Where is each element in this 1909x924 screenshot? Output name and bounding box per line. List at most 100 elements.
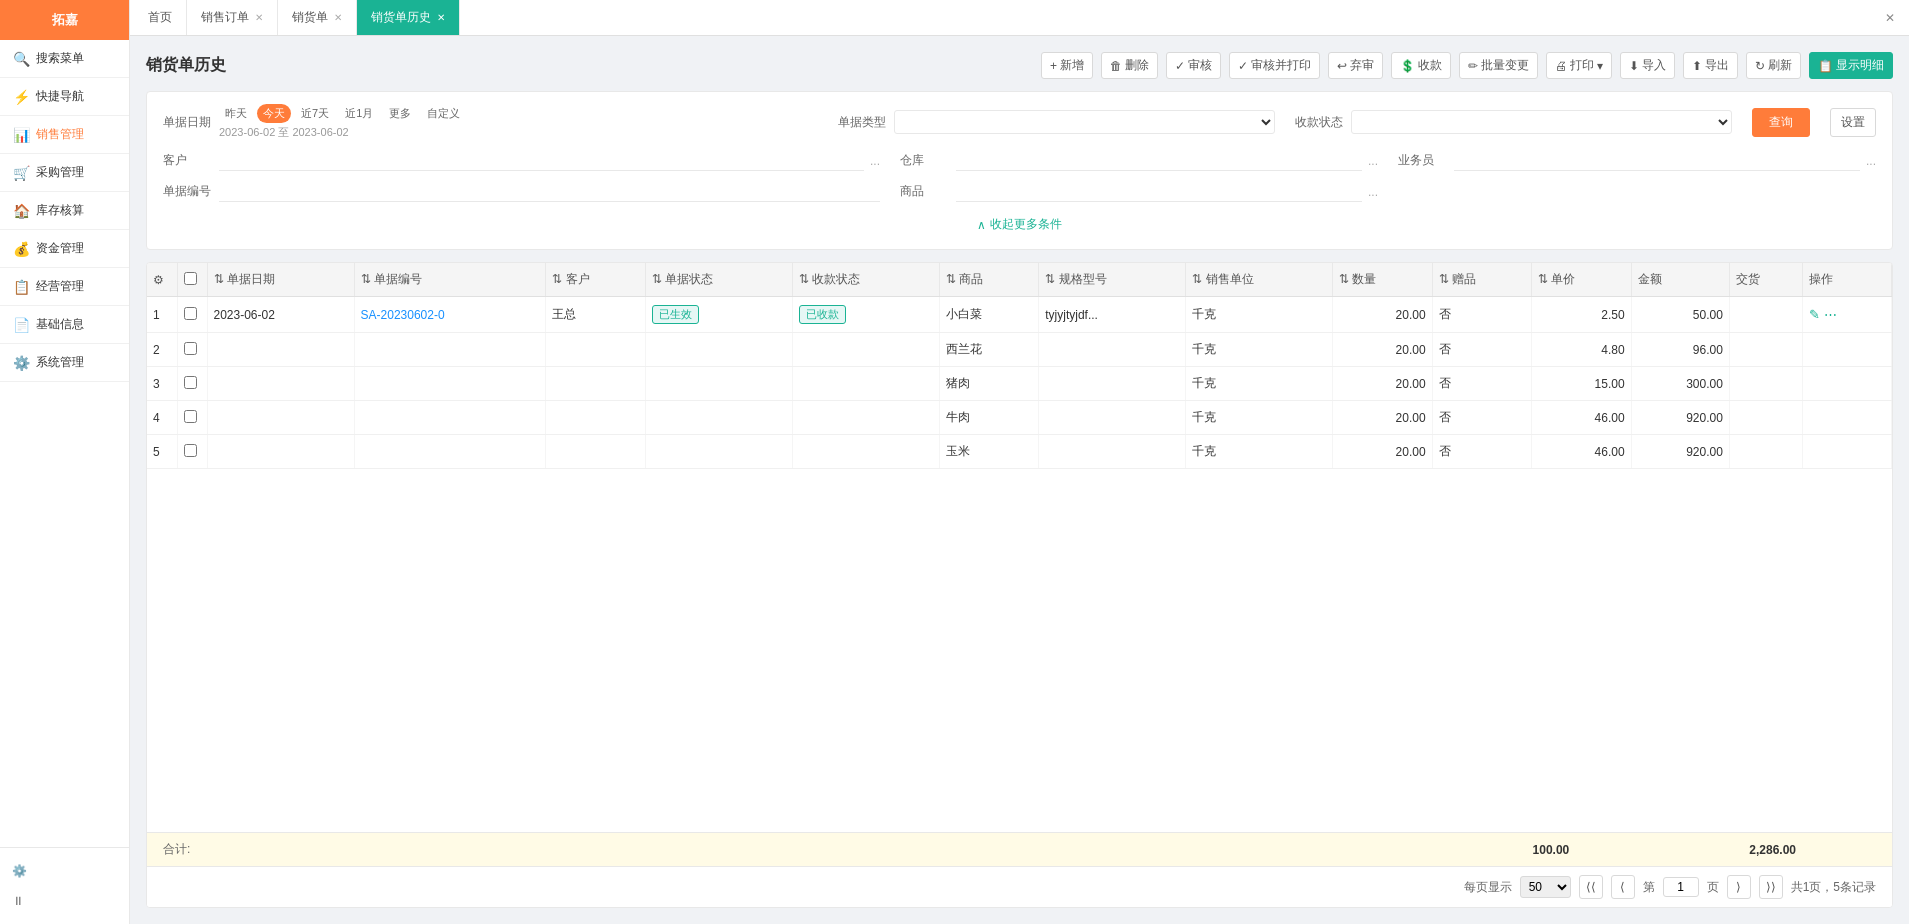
col-unit-price[interactable]: ⇅ 单价	[1532, 263, 1632, 297]
table-scroll[interactable]: ⚙ ⇅ 单据日期 ⇅ 单据编号	[147, 263, 1892, 832]
sidebar: 拓嘉 🔍 搜索菜单 ⚡ 快捷导航 📊 销售管理 🛒 采购管理 🏠 库存核算 💰 …	[0, 0, 130, 924]
cell-unit-price: 4.80	[1532, 333, 1632, 367]
show-detail-label: 显示明细	[1836, 57, 1884, 74]
sidebar-item-quick-nav[interactable]: ⚡ 快捷导航	[0, 78, 129, 116]
cell-checkbox[interactable]	[177, 297, 207, 333]
collect-button[interactable]: 💲 收款	[1391, 52, 1451, 79]
sidebar-bottom-pause[interactable]: ⏸	[0, 886, 129, 916]
sidebar-bottom-settings[interactable]: ⚙️	[0, 856, 129, 886]
col-payment-status[interactable]: ⇅ 收款状态	[792, 263, 939, 297]
col-doc-num[interactable]: ⇅ 单据编号	[354, 263, 546, 297]
more-action[interactable]: ⋯	[1824, 307, 1837, 322]
tab-sales-order-close[interactable]: ✕	[255, 12, 263, 23]
date-custom[interactable]: 自定义	[421, 104, 466, 123]
page-prev-btn[interactable]: ⟨	[1611, 875, 1635, 899]
cell-checkbox[interactable]	[177, 401, 207, 435]
page-number-input[interactable]	[1663, 877, 1699, 897]
sidebar-item-inventory[interactable]: 🏠 库存核算	[0, 192, 129, 230]
tab-sales-delivery-close[interactable]: ✕	[334, 12, 342, 23]
tab-home[interactable]: 首页	[134, 0, 187, 35]
cell-quantity: 20.00	[1333, 367, 1433, 401]
col-doc-date[interactable]: ⇅ 单据日期	[207, 263, 354, 297]
sidebar-item-basic-info[interactable]: 📄 基础信息	[0, 306, 129, 344]
audit-print-icon: ✓	[1238, 59, 1248, 73]
print-button[interactable]: 🖨 打印 ▾	[1546, 52, 1612, 79]
sidebar-item-purchase-mgmt[interactable]: 🛒 采购管理	[0, 154, 129, 192]
cell-checkbox[interactable]	[177, 435, 207, 469]
cell-row-num: 4	[147, 401, 177, 435]
col-action: 操作	[1803, 263, 1892, 297]
doc-num-link[interactable]: SA-20230602-0	[361, 308, 445, 322]
goods-input[interactable]	[956, 181, 1362, 202]
customer-input[interactable]	[219, 150, 864, 171]
tab-bar-close-btn[interactable]: ✕	[1875, 11, 1905, 25]
date-7days[interactable]: 近7天	[295, 104, 335, 123]
add-button[interactable]: + 新增	[1041, 52, 1093, 79]
row-checkbox[interactable]	[184, 307, 197, 320]
col-settings[interactable]: ⚙	[147, 263, 177, 297]
cell-checkbox[interactable]	[177, 333, 207, 367]
batch-change-icon: ✏	[1468, 59, 1478, 73]
salesperson-ellipsis[interactable]: ...	[1866, 154, 1876, 168]
tab-sales-history-close[interactable]: ✕	[437, 12, 445, 23]
row-checkbox[interactable]	[184, 444, 197, 457]
sidebar-item-search-menu[interactable]: 🔍 搜索菜单	[0, 40, 129, 78]
cell-doc-num	[354, 367, 546, 401]
col-quantity[interactable]: ⇅ 数量	[1333, 263, 1433, 297]
row-checkbox[interactable]	[184, 342, 197, 355]
payment-status-select[interactable]	[1351, 110, 1732, 134]
sidebar-item-operations[interactable]: 📋 经营管理	[0, 268, 129, 306]
cell-quantity: 20.00	[1333, 435, 1433, 469]
edit-action[interactable]: ✎	[1809, 307, 1820, 322]
toolbar: + 新增 🗑 删除 ✓ 审核 ✓ 审核并打印 ↩ 弃审	[1041, 52, 1893, 79]
export-button[interactable]: ⬆ 导出	[1683, 52, 1738, 79]
warehouse-ellipsis[interactable]: ...	[1368, 154, 1378, 168]
row-checkbox[interactable]	[184, 410, 197, 423]
warehouse-input[interactable]	[956, 150, 1362, 171]
col-sales-unit[interactable]: ⇅ 销售单位	[1186, 263, 1333, 297]
goods-ellipsis[interactable]: ...	[1368, 185, 1378, 199]
col-customer[interactable]: ⇅ 客户	[546, 263, 646, 297]
query-button[interactable]: 查询	[1752, 108, 1810, 137]
refresh-button[interactable]: ↻ 刷新	[1746, 52, 1801, 79]
doc-number-input[interactable]	[219, 181, 880, 202]
audit-print-button[interactable]: ✓ 审核并打印	[1229, 52, 1320, 79]
date-yesterday[interactable]: 昨天	[219, 104, 253, 123]
tab-sales-delivery[interactable]: 销货单 ✕	[278, 0, 357, 35]
date-more[interactable]: 更多	[383, 104, 417, 123]
col-gift[interactable]: ⇅ 赠品	[1432, 263, 1532, 297]
sidebar-item-system-mgmt[interactable]: ⚙️ 系统管理	[0, 344, 129, 382]
page-first-btn[interactable]: ⟨⟨	[1579, 875, 1603, 899]
salesperson-input[interactable]	[1454, 150, 1860, 171]
sidebar-item-finance[interactable]: 💰 资金管理	[0, 230, 129, 268]
col-goods[interactable]: ⇅ 商品	[939, 263, 1039, 297]
sidebar-item-sales-mgmt[interactable]: 📊 销售管理	[0, 116, 129, 154]
row-checkbox[interactable]	[184, 376, 197, 389]
tab-sales-history[interactable]: 销货单历史 ✕	[357, 0, 460, 35]
cell-unit-price: 2.50	[1532, 297, 1632, 333]
col-doc-status[interactable]: ⇅ 单据状态	[645, 263, 792, 297]
settings-filter-button[interactable]: 设置	[1830, 108, 1876, 137]
audit-button[interactable]: ✓ 审核	[1166, 52, 1221, 79]
tab-sales-order[interactable]: 销售订单 ✕	[187, 0, 278, 35]
page-size-select[interactable]: 50 20 100	[1520, 876, 1571, 898]
delete-button[interactable]: 🗑 删除	[1101, 52, 1158, 79]
cell-checkbox[interactable]	[177, 367, 207, 401]
col-checkbox[interactable]	[177, 263, 207, 297]
abandon-button[interactable]: ↩ 弃审	[1328, 52, 1383, 79]
batch-change-button[interactable]: ✏ 批量变更	[1459, 52, 1538, 79]
cell-sales-unit: 千克	[1186, 435, 1333, 469]
import-button[interactable]: ⬇ 导入	[1620, 52, 1675, 79]
date-today[interactable]: 今天	[257, 104, 291, 123]
page-last-btn[interactable]: ⟩⟩	[1759, 875, 1783, 899]
customer-ellipsis[interactable]: ...	[870, 154, 880, 168]
doc-type-select[interactable]	[894, 110, 1275, 134]
show-detail-button[interactable]: 📋 显示明细	[1809, 52, 1893, 79]
date-1month[interactable]: 近1月	[339, 104, 379, 123]
show-detail-icon: 📋	[1818, 59, 1833, 73]
col-spec[interactable]: ⇅ 规格型号	[1039, 263, 1186, 297]
page-next-btn[interactable]: ⟩	[1727, 875, 1751, 899]
select-all-checkbox[interactable]	[184, 272, 197, 285]
col-unit-price-label: ⇅ 单价	[1538, 272, 1575, 286]
collapse-button[interactable]: ∧ 收起更多条件	[163, 212, 1876, 237]
